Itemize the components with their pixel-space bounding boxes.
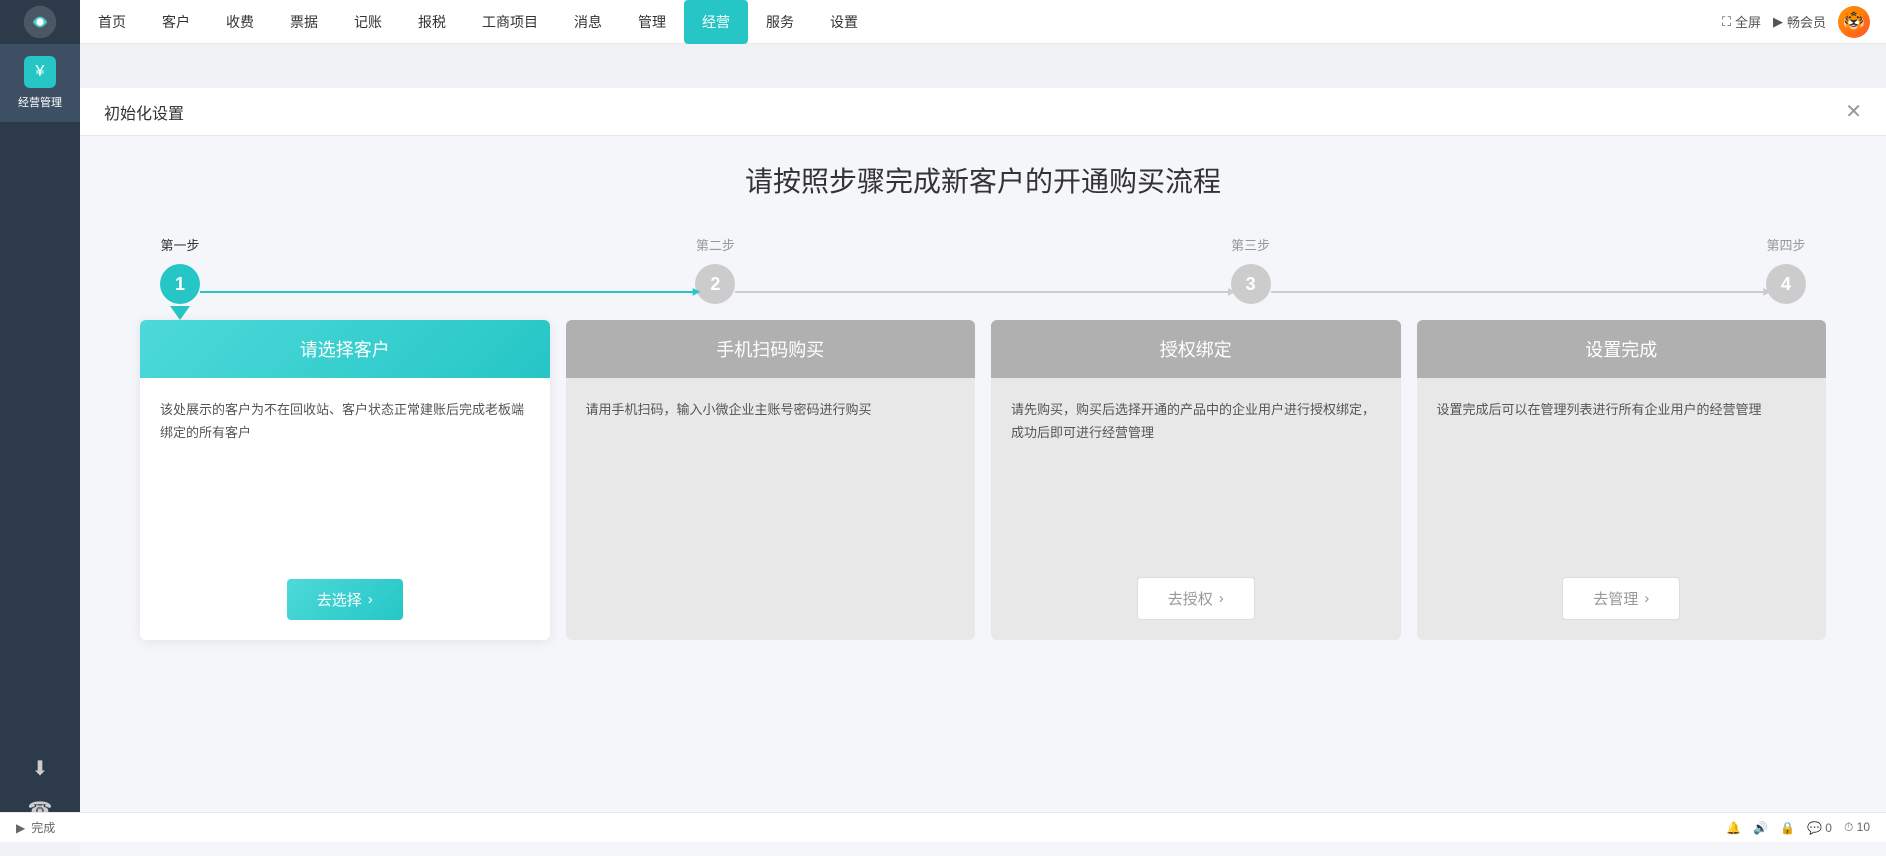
card3-body: 请先购买，购买后选择开通的产品中的企业用户进行授权绑定，成功后即可进行经营管理 xyxy=(991,378,1401,561)
step4-circle: 4 xyxy=(1766,264,1806,304)
go-authorize-button[interactable]: 去授权 › xyxy=(1137,577,1255,620)
nav-fee[interactable]: 收费 xyxy=(208,0,272,44)
top-nav-right: ⛶ 全屏 ▶ 畅会员 🐯 xyxy=(1722,6,1886,38)
step1-label: 第一步 xyxy=(160,236,199,256)
step-node-3: 第三步 3 xyxy=(1231,236,1271,320)
status-bar-right: 🔔 🔊 🔒 💬 0 ⏱ 10 xyxy=(1726,820,1870,835)
play-status-icon: ▶ xyxy=(16,821,25,835)
vip-button[interactable]: ▶ 畅会员 xyxy=(1773,12,1826,31)
cards-row: 请选择客户 该处展示的客户为不在回收站、客户状态正常建账后完成老板端绑定的所有客… xyxy=(120,320,1846,640)
volume-icon[interactable]: 🔊 xyxy=(1753,821,1768,835)
step2-label: 第二步 xyxy=(696,236,735,256)
card1-header: 请选择客户 xyxy=(140,320,550,378)
go-select-arrow: › xyxy=(368,591,373,608)
card2-header: 手机扫码购买 xyxy=(566,320,976,378)
card2-body: 请用手机扫码，输入小微企业主账号密码进行购买 xyxy=(566,378,976,604)
download-icon[interactable]: ⬇ xyxy=(32,756,49,781)
step3-label: 第三步 xyxy=(1231,236,1270,256)
nav-message[interactable]: 消息 xyxy=(556,0,620,44)
step-line-3-4 xyxy=(1271,291,1766,293)
main-heading: 请按照步骤完成新客户的开通购买流程 xyxy=(120,160,1846,200)
nav-customer[interactable]: 客户 xyxy=(144,0,208,44)
fullscreen-label: 全屏 xyxy=(1735,12,1761,31)
step-card-4: 设置完成 设置完成后可以在管理列表进行所有企业用户的经营管理 去管理 › xyxy=(1417,320,1827,640)
card3-footer: 去授权 › xyxy=(991,561,1401,640)
step-node-2: 第二步 2 xyxy=(695,236,735,320)
top-nav: 首页 客户 收费 票据 记账 报税 工商项目 消息 管理 经营 服务 设置 ⛶ … xyxy=(0,0,1886,44)
time-display: ⏱ 10 xyxy=(1844,820,1870,835)
notification-icon[interactable]: 🔔 xyxy=(1726,821,1741,835)
fullscreen-icon: ⛶ xyxy=(1722,14,1731,30)
nav-manage[interactable]: 管理 xyxy=(620,0,684,44)
steps-visual: 第一步 1 第二步 2 第三步 3 第四 xyxy=(120,236,1846,320)
user-avatar[interactable]: 🐯 xyxy=(1838,6,1870,38)
nav-invoice[interactable]: 票据 xyxy=(272,0,336,44)
lock-icon[interactable]: 🔒 xyxy=(1780,821,1795,835)
step-line-1-2 xyxy=(200,291,695,293)
step-node-4: 第四步 4 xyxy=(1766,236,1806,320)
main-area: 初始化设置 ✕ 请按照步骤完成新客户的开通购买流程 第一步 1 第二步 2 xyxy=(80,88,1886,856)
sidebar-item-label: 经营管理 xyxy=(18,94,62,110)
nav-operation[interactable]: 经营 xyxy=(684,0,748,44)
play-icon: ▶ xyxy=(1773,14,1783,30)
chat-count: 💬 0 xyxy=(1807,821,1832,835)
step1-circle: 1 xyxy=(160,264,200,304)
close-button[interactable]: ✕ xyxy=(1845,102,1862,122)
card3-header: 授权绑定 xyxy=(991,320,1401,378)
go-manage-button[interactable]: 去管理 › xyxy=(1562,577,1680,620)
nav-business[interactable]: 工商项目 xyxy=(464,0,556,44)
nav-settings[interactable]: 设置 xyxy=(812,0,876,44)
step4-label: 第四步 xyxy=(1766,236,1805,256)
fullscreen-button[interactable]: ⛶ 全屏 xyxy=(1722,12,1761,31)
page-header: 初始化设置 ✕ xyxy=(80,88,1886,136)
step-card-2: 手机扫码购买 请用手机扫码，输入小微企业主账号密码进行购买 xyxy=(566,320,976,640)
status-text: 完成 xyxy=(31,819,55,836)
step-node-1: 第一步 1 xyxy=(160,236,200,320)
step-card-3: 授权绑定 请先购买，购买后选择开通的产品中的企业用户进行授权绑定，成功后即可进行… xyxy=(991,320,1401,640)
sidebar: ¥ 经营管理 ⬇ ☎ xyxy=(0,0,80,842)
vip-label: 畅会员 xyxy=(1787,12,1826,31)
card4-body: 设置完成后可以在管理列表进行所有企业用户的经营管理 xyxy=(1417,378,1827,561)
go-authorize-label: 去授权 xyxy=(1168,588,1213,609)
nav-tax[interactable]: 报税 xyxy=(400,0,464,44)
nav-home[interactable]: 首页 xyxy=(80,0,144,44)
sidebar-item-jingying[interactable]: ¥ 经营管理 xyxy=(0,44,80,122)
status-bar: ▶ 完成 🔔 🔊 🔒 💬 0 ⏱ 10 xyxy=(0,812,1886,842)
card4-header: 设置完成 xyxy=(1417,320,1827,378)
content-container: 请按照步骤完成新客户的开通购买流程 第一步 1 第二步 2 第三步 3 xyxy=(80,136,1886,856)
card1-body: 该处展示的客户为不在回收站、客户状态正常建账后完成老板端绑定的所有客户 xyxy=(140,378,550,563)
page-title: 初始化设置 xyxy=(104,100,184,124)
step2-circle: 2 xyxy=(695,264,735,304)
card1-footer: 去选择 › xyxy=(140,563,550,640)
nav-account[interactable]: 记账 xyxy=(336,0,400,44)
go-manage-arrow: › xyxy=(1644,590,1649,607)
step3-circle: 3 xyxy=(1231,264,1271,304)
go-authorize-arrow: › xyxy=(1219,590,1224,607)
step-line-2-3 xyxy=(735,291,1230,293)
card4-footer: 去管理 › xyxy=(1417,561,1827,640)
go-select-button[interactable]: 去选择 › xyxy=(287,579,403,620)
step1-pointer xyxy=(170,306,190,320)
status-bar-left: ▶ 完成 xyxy=(16,819,55,836)
go-select-label: 去选择 xyxy=(317,589,362,610)
card2-footer xyxy=(566,604,976,640)
sidebar-logo xyxy=(0,0,80,44)
go-manage-label: 去管理 xyxy=(1593,588,1638,609)
nav-service[interactable]: 服务 xyxy=(748,0,812,44)
jingying-icon: ¥ xyxy=(24,56,56,88)
step-card-1: 请选择客户 该处展示的客户为不在回收站、客户状态正常建账后完成老板端绑定的所有客… xyxy=(140,320,550,640)
